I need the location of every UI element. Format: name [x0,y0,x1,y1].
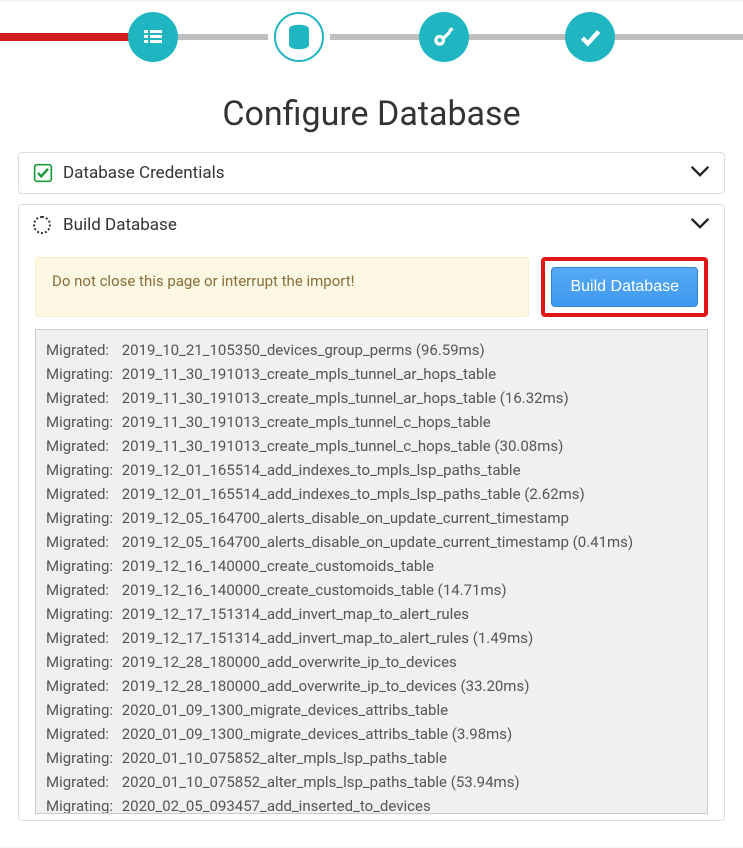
log-text: 2019_12_01_165514_add_indexes_to_mpls_ls… [122,461,521,479]
log-line: Migrated: 2019_10_21_105350_devices_grou… [46,338,697,362]
log-text: 2019_12_05_164700_alerts_disable_on_upda… [122,509,569,527]
log-text: 2019_12_28_180000_add_overwrite_ip_to_de… [122,677,530,695]
log-line: Migrating: 2020_01_10_075852_alter_mpls_… [46,746,697,770]
log-status: Migrated: [46,434,118,458]
panel-credentials-title: Database Credentials [63,163,690,183]
log-text: 2020_01_09_1300_migrate_devices_attribs_… [122,701,448,719]
log-status: Migrating: [46,554,118,578]
log-line: Migrated: 2020_01_09_1300_migrate_device… [46,722,697,746]
log-text: 2019_12_05_164700_alerts_disable_on_upda… [122,533,633,551]
log-text: 2019_11_30_191013_create_mpls_tunnel_ar_… [122,365,496,383]
log-text: 2019_12_17_151314_add_invert_map_to_aler… [122,605,469,623]
log-status: Migrating: [46,698,118,722]
import-warning-alert: Do not close this page or interrupt the … [35,257,529,317]
log-status: Migrating: [46,362,118,386]
log-text: 2019_11_30_191013_create_mpls_tunnel_c_h… [122,413,491,431]
log-text: 2019_12_28_180000_add_overwrite_ip_to_de… [122,653,457,671]
log-status: Migrating: [46,410,118,434]
log-status: Migrated: [46,674,118,698]
log-status: Migrated: [46,386,118,410]
log-text: 2019_12_17_151314_add_invert_map_to_aler… [122,629,534,647]
log-text: 2019_12_16_140000_create_customoids_tabl… [122,557,434,575]
chevron-down-icon [690,164,710,182]
panel-build-title: Build Database [63,215,690,235]
success-check-icon [33,163,53,183]
log-line: Migrating: 2019_11_30_191013_create_mpls… [46,410,697,434]
log-status: Migrated: [46,722,118,746]
log-line: Migrated: 2020_01_10_075852_alter_mpls_l… [46,770,697,794]
step-database[interactable] [274,12,324,62]
panel-credentials: Database Credentials [18,152,725,194]
migration-log[interactable]: Migrated: 2019_10_21_105350_devices_grou… [35,329,708,814]
log-status: Migrating: [46,458,118,482]
check-icon [577,24,603,50]
log-line: Migrated: 2019_12_17_151314_add_invert_m… [46,626,697,650]
log-status: Migrated: [46,626,118,650]
log-status: Migrating: [46,602,118,626]
log-text: 2020_01_10_075852_alter_mpls_lsp_paths_t… [122,773,520,791]
log-line: Migrating: 2020_01_09_1300_migrate_devic… [46,698,697,722]
log-status: Migrating: [46,746,118,770]
log-status: Migrating: [46,650,118,674]
log-status: Migrated: [46,770,118,794]
log-line: Migrated: 2019_11_30_191013_create_mpls_… [46,386,697,410]
log-text: 2020_01_09_1300_migrate_devices_attribs_… [122,725,513,743]
log-text: 2019_11_30_191013_create_mpls_tunnel_c_h… [122,437,564,455]
log-line: Migrating: 2019_12_17_151314_add_invert_… [46,602,697,626]
spinner-icon [33,216,53,234]
log-status: Migrated: [46,578,118,602]
log-text: 2020_01_10_075852_alter_mpls_lsp_paths_t… [122,749,447,767]
list-icon [141,25,165,49]
key-icon [431,24,457,50]
panel-credentials-header[interactable]: Database Credentials [19,153,724,193]
log-status: Migrating: [46,794,118,814]
chevron-down-icon [690,216,710,234]
log-line: Migrated: 2019_12_16_140000_create_custo… [46,578,697,602]
log-line: Migrating: 2020_02_05_093457_add_inserte… [46,794,697,814]
log-text: 2019_11_30_191013_create_mpls_tunnel_ar_… [122,389,569,407]
log-line: Migrated: 2019_12_05_164700_alerts_disab… [46,530,697,554]
log-line: Migrating: 2019_12_05_164700_alerts_disa… [46,506,697,530]
log-status: Migrated: [46,338,118,362]
log-status: Migrated: [46,530,118,554]
log-line: Migrating: 2019_12_16_140000_create_cust… [46,554,697,578]
panel-build-header[interactable]: Build Database [19,205,724,245]
build-database-button[interactable]: Build Database [551,267,698,307]
log-line: Migrating: 2019_12_01_165514_add_indexes… [46,458,697,482]
log-text: 2020_02_05_093457_add_inserted_to_device… [122,797,431,814]
log-status: Migrated: [46,482,118,506]
log-line: Migrating: 2019_11_30_191013_create_mpls… [46,362,697,386]
log-line: Migrated: 2019_11_30_191013_create_mpls_… [46,434,697,458]
step-prerequisites[interactable] [128,12,178,62]
panel-build: Build Database Do not close this page or… [18,204,725,821]
step-admin-user[interactable] [419,12,469,62]
build-button-highlight: Build Database [541,257,708,317]
log-text: 2019_12_01_165514_add_indexes_to_mpls_ls… [122,485,585,503]
step-finish[interactable] [565,12,615,62]
database-icon [285,23,313,51]
log-text: 2019_10_21_105350_devices_group_perms (9… [122,341,485,359]
installer-page: Configure Database Database Credentials … [0,2,743,847]
log-status: Migrating: [46,506,118,530]
log-text: 2019_12_16_140000_create_customoids_tabl… [122,581,507,599]
log-line: Migrated: 2019_12_28_180000_add_overwrit… [46,674,697,698]
stepper [0,2,743,74]
log-line: Migrating: 2019_12_28_180000_add_overwri… [46,650,697,674]
panel-build-body: Do not close this page or interrupt the … [19,245,724,820]
page-title: Configure Database [0,94,743,134]
log-line: Migrated: 2019_12_01_165514_add_indexes_… [46,482,697,506]
